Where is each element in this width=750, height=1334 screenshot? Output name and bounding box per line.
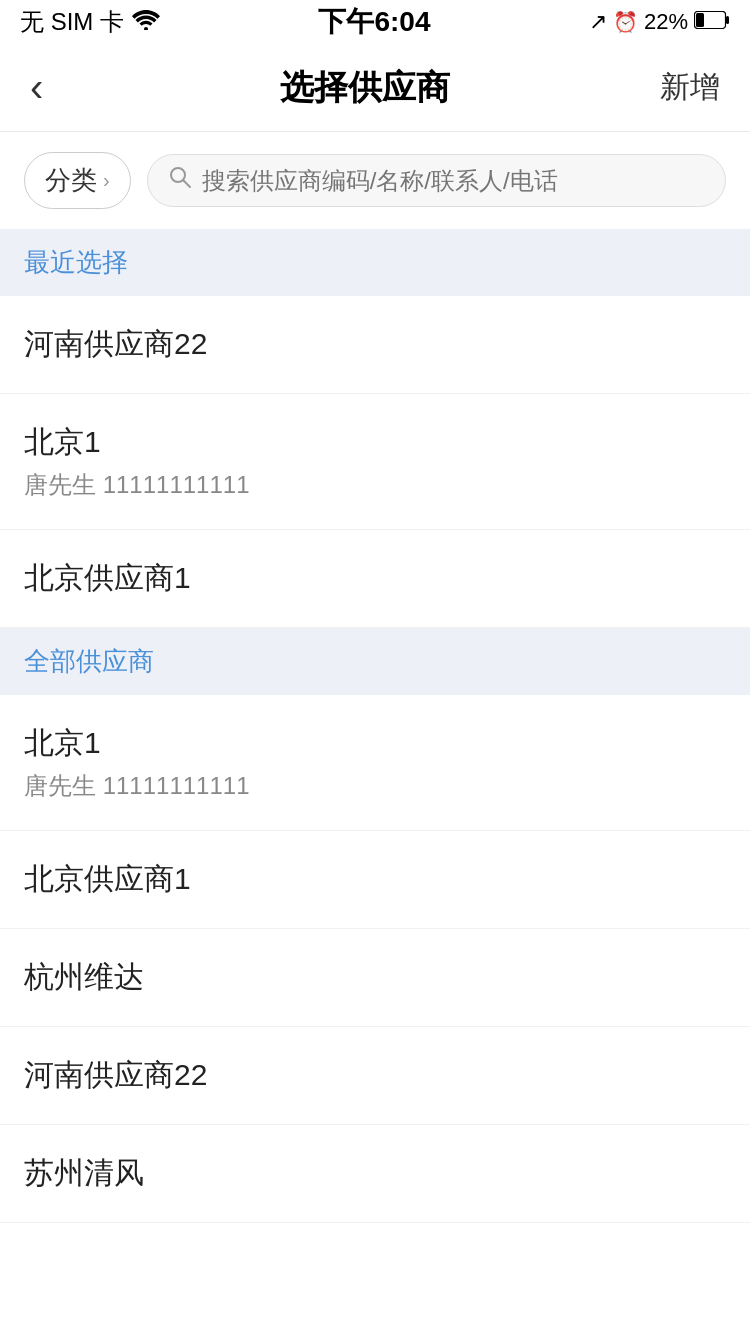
category-button[interactable]: 分类 › — [24, 152, 131, 209]
item-name: 北京供应商1 — [24, 558, 726, 599]
item-name: 杭州维达 — [24, 957, 726, 998]
search-input[interactable] — [202, 167, 705, 195]
search-box[interactable] — [147, 154, 726, 207]
item-name: 苏州清风 — [24, 1153, 726, 1194]
item-sub: 唐先生 11111111111 — [24, 770, 726, 802]
recent-items-list: 河南供应商22 北京1 唐先生 11111111111 北京供应商1 — [0, 296, 750, 628]
location-icon: ↗ — [589, 9, 607, 35]
alarm-icon: ⏰ — [613, 10, 638, 34]
recent-list-item[interactable]: 北京供应商1 — [0, 530, 750, 628]
item-sub: 唐先生 11111111111 — [24, 469, 726, 501]
item-name: 北京1 — [24, 723, 726, 764]
status-time: 下午6:04 — [318, 3, 430, 41]
all-section-label: 全部供应商 — [24, 646, 154, 676]
recent-list-item[interactable]: 河南供应商22 — [0, 296, 750, 394]
all-list-item[interactable]: 河南供应商22 — [0, 1027, 750, 1125]
item-name: 北京供应商1 — [24, 859, 726, 900]
all-list-item[interactable]: 苏州清风 — [0, 1125, 750, 1223]
svg-rect-3 — [696, 13, 704, 27]
svg-line-5 — [183, 181, 190, 188]
battery-icon — [694, 9, 730, 35]
all-list-item[interactable]: 北京1 唐先生 11111111111 — [0, 695, 750, 831]
svg-point-0 — [144, 27, 148, 30]
battery-percent: 22% — [644, 9, 688, 35]
recent-section-label: 最近选择 — [24, 247, 128, 277]
all-section-header: 全部供应商 — [0, 628, 750, 695]
item-name: 河南供应商22 — [24, 1055, 726, 1096]
svg-rect-2 — [726, 16, 729, 24]
wifi-icon — [132, 8, 160, 36]
recent-section-header: 最近选择 — [0, 229, 750, 296]
nav-bar: ‹ 选择供应商 新增 — [0, 44, 750, 132]
all-items-list: 北京1 唐先生 11111111111 北京供应商1 杭州维达河南供应商22 苏州清风 — [0, 695, 750, 1223]
filter-bar: 分类 › — [0, 132, 750, 229]
status-right: ↗ ⏰ 22% — [589, 9, 730, 35]
chevron-right-icon: › — [103, 169, 110, 192]
item-name: 河南供应商22 — [24, 324, 726, 365]
recent-list-item[interactable]: 北京1 唐先生 11111111111 — [0, 394, 750, 530]
status-bar: 无 SIM 卡 下午6:04 ↗ ⏰ 22% — [0, 0, 750, 44]
all-list-item[interactable]: 北京供应商1 — [0, 831, 750, 929]
back-icon: ‹ — [30, 65, 43, 109]
all-list-item[interactable]: 杭州维达 — [0, 929, 750, 1027]
search-icon — [168, 165, 192, 196]
item-name: 北京1 — [24, 422, 726, 463]
category-label: 分类 — [45, 163, 97, 198]
sim-text: 无 SIM 卡 — [20, 6, 124, 38]
back-button[interactable]: ‹ — [30, 65, 90, 110]
add-button[interactable]: 新增 — [640, 67, 720, 108]
page-title: 选择供应商 — [280, 65, 450, 111]
status-left: 无 SIM 卡 — [20, 6, 160, 38]
